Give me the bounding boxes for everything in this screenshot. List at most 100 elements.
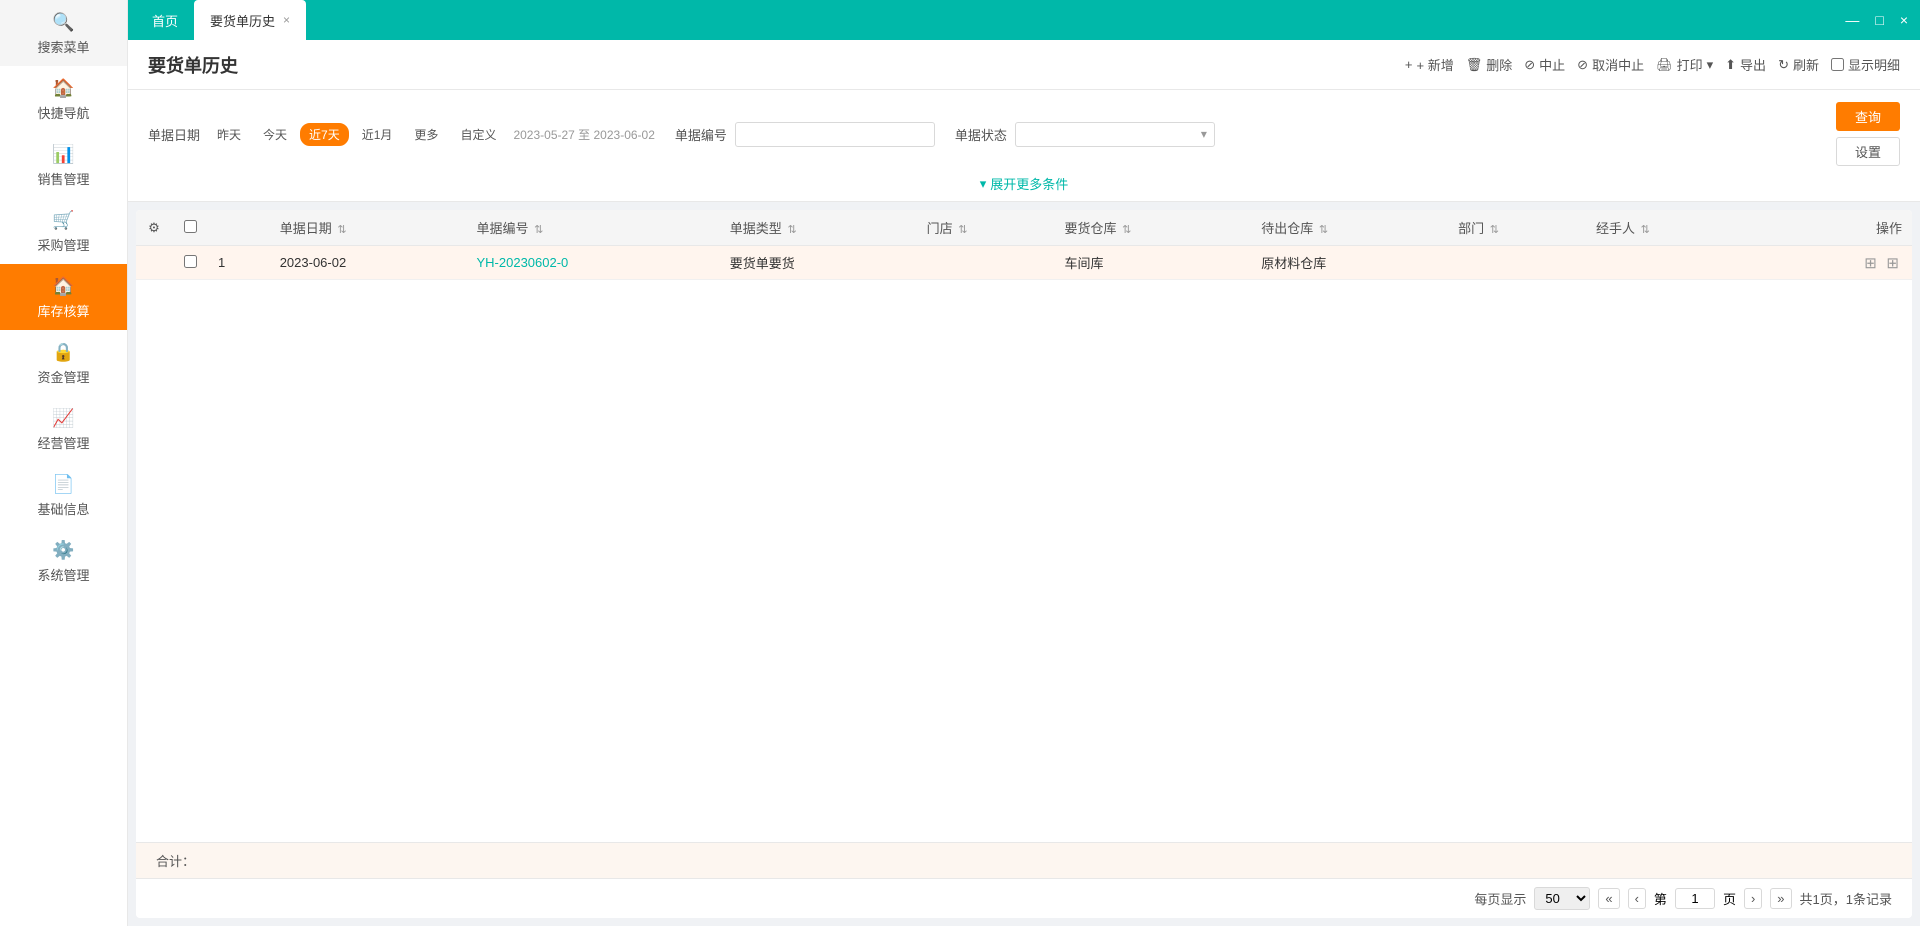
page-header: 要货单历史 + + 新增 🗑 删除 ⊘ 中止 ⊘ 取消中止 [128, 40, 1920, 90]
cell-doc-date: 2023-06-02 [270, 246, 467, 280]
sum-label: 合计： [156, 851, 195, 870]
new-icon: + [1405, 57, 1413, 72]
sys-mgmt-icon: ⚙️ [52, 540, 74, 561]
window-close-button[interactable]: × [1896, 10, 1912, 30]
cell-store [917, 246, 1055, 280]
basic-info-icon: 📄 [52, 474, 74, 495]
refresh-button[interactable]: ↻ 刷新 [1778, 55, 1819, 74]
cell-handler [1586, 246, 1753, 280]
table-area: ⚙ 单据日期 ⇅ 单据编号 ⇅ [136, 210, 1912, 918]
doc-num-input[interactable] [735, 122, 935, 147]
col-checkbox-header [172, 210, 208, 246]
page-title: 要货单历史 [148, 52, 238, 78]
topbar-active-tab[interactable]: 要货单历史 × [194, 0, 306, 40]
sidebar-item-sales-mgmt[interactable]: 📊 销售管理 [0, 132, 127, 198]
sidebar-item-label: 快捷导航 [37, 103, 89, 122]
close-tab-icon[interactable]: × [283, 13, 290, 27]
topbar-home-tab[interactable]: 首页 [136, 0, 194, 40]
display-detail-checkbox[interactable] [1831, 58, 1844, 71]
cell-settings [136, 246, 172, 280]
sidebar-item-search-menu[interactable]: 🔍 搜索菜单 [0, 0, 127, 66]
cell-doc-type: 要货单要货 [720, 246, 917, 280]
sort-doc-date-icon[interactable]: ⇅ [337, 224, 346, 236]
date-buttons-group: 昨天 今天 近7天 近1月 更多 自定义 [208, 123, 505, 146]
col-settings[interactable]: ⚙ [136, 210, 172, 246]
cell-op: ⊞ ⊞ [1753, 246, 1912, 280]
prev-page-button[interactable]: ‹ [1628, 888, 1646, 909]
next-page-button[interactable]: › [1744, 888, 1762, 909]
suspend-button[interactable]: ⊘ 中止 [1524, 55, 1565, 74]
select-all-checkbox[interactable] [184, 220, 197, 233]
sidebar-item-sys-mgmt[interactable]: ⚙️ 系统管理 [0, 528, 127, 594]
sort-pending-warehouse-icon[interactable]: ⇅ [1319, 224, 1328, 236]
settings-button[interactable]: 设置 [1836, 137, 1900, 166]
col-doc-date-header: 单据日期 ⇅ [270, 210, 467, 246]
page-size-select[interactable]: 50 10 20 100 [1534, 887, 1590, 910]
first-page-button[interactable]: « [1598, 888, 1619, 909]
minimize-button[interactable]: — [1841, 10, 1863, 30]
col-num-header [208, 210, 270, 246]
sidebar-item-purchase-mgmt[interactable]: 🛒 采购管理 [0, 198, 127, 264]
date-btn-custom[interactable]: 自定义 [451, 123, 505, 146]
sort-doc-num-icon[interactable]: ⇅ [534, 224, 543, 236]
sidebar-item-label: 基础信息 [37, 499, 89, 518]
suspend-icon: ⊘ [1524, 57, 1535, 73]
col-doc-type-header: 单据类型 ⇅ [720, 210, 917, 246]
display-detail-checkbox-wrapper[interactable]: 显示明细 [1831, 55, 1900, 74]
sidebar-item-label: 搜索菜单 [37, 37, 89, 56]
sales-mgmt-icon: 📊 [52, 144, 74, 165]
col-pending-warehouse-header: 待出仓库 ⇅ [1251, 210, 1448, 246]
refresh-icon: ↻ [1778, 57, 1789, 73]
sort-req-warehouse-icon[interactable]: ⇅ [1122, 224, 1131, 236]
print-icon: 🖨 [1656, 57, 1673, 73]
last-page-button[interactable]: » [1770, 888, 1791, 909]
date-btn-1month[interactable]: 近1月 [353, 123, 402, 146]
export-icon: ⬆ [1725, 57, 1736, 73]
sort-dept-icon[interactable]: ⇅ [1490, 224, 1499, 236]
display-detail-label: 显示明细 [1848, 55, 1900, 74]
col-doc-num-header: 单据编号 ⇅ [467, 210, 720, 246]
delete-icon: 🗑 [1466, 57, 1483, 73]
maximize-button[interactable]: □ [1871, 10, 1887, 30]
col-req-warehouse-header: 要货仓库 ⇅ [1054, 210, 1251, 246]
sidebar-item-basic-info[interactable]: 📄 基础信息 [0, 462, 127, 528]
status-select-wrapper: ▾ [1015, 122, 1215, 147]
cell-checkbox [172, 246, 208, 280]
status-filter-group: 单据状态 ▾ [955, 122, 1215, 147]
col-handler-header: 经手人 ⇅ [1586, 210, 1753, 246]
status-label: 单据状态 [955, 125, 1007, 144]
date-btn-today[interactable]: 今天 [254, 123, 296, 146]
sidebar-item-quick-nav[interactable]: 🏠 快捷导航 [0, 66, 127, 132]
print-button[interactable]: 🖨 打印 ▾ [1656, 55, 1713, 74]
date-btn-more[interactable]: 更多 [405, 123, 447, 146]
status-select[interactable] [1015, 122, 1215, 147]
filter-row-1: 单据日期 昨天 今天 近7天 近1月 更多 自定义 2023-05-27 至 2… [148, 102, 1900, 166]
search-menu-icon: 🔍 [52, 12, 74, 33]
doc-num-link[interactable]: YH-20230602-0 [477, 255, 569, 270]
current-page-input[interactable] [1675, 888, 1715, 909]
sidebar-item-ops-mgmt[interactable]: 📈 经营管理 [0, 396, 127, 462]
pagination: 每页显示 50 10 20 100 « ‹ 第 页 › » 共1页，1条记录 [136, 878, 1912, 918]
page-size-label: 每页显示 [1474, 889, 1526, 908]
row-checkbox[interactable] [184, 255, 197, 268]
sort-doc-type-icon[interactable]: ⇅ [787, 224, 796, 236]
date-btn-yesterday[interactable]: 昨天 [208, 123, 250, 146]
more-icon[interactable]: ⊞ [1886, 255, 1899, 272]
query-button[interactable]: 查询 [1836, 102, 1900, 131]
edit-icon[interactable]: ⊞ [1864, 255, 1877, 272]
sort-handler-icon[interactable]: ⇅ [1641, 224, 1650, 236]
cancel-suspend-button[interactable]: ⊘ 取消中止 [1577, 55, 1644, 74]
delete-button[interactable]: 🗑 删除 [1466, 55, 1513, 74]
expand-more-button[interactable]: ▾ 展开更多条件 [980, 174, 1069, 193]
export-button[interactable]: ⬆ 导出 [1725, 55, 1766, 74]
purchase-mgmt-icon: 🛒 [52, 210, 74, 231]
sidebar-item-inventory[interactable]: 🏠 库存核算 [0, 264, 127, 330]
header-actions: + + 新增 🗑 删除 ⊘ 中止 ⊘ 取消中止 🖨 打印 [1405, 55, 1900, 74]
doc-num-label: 单据编号 [675, 125, 727, 144]
sort-store-icon[interactable]: ⇅ [958, 224, 967, 236]
new-button[interactable]: + + 新增 [1405, 55, 1454, 74]
page-body: 要货单历史 + + 新增 🗑 删除 ⊘ 中止 ⊘ 取消中止 [128, 40, 1920, 926]
date-btn-7days[interactable]: 近7天 [300, 123, 349, 146]
table-wrapper: ⚙ 单据日期 ⇅ 单据编号 ⇅ [136, 210, 1912, 842]
sidebar-item-finance-mgmt[interactable]: 🔒 资金管理 [0, 330, 127, 396]
